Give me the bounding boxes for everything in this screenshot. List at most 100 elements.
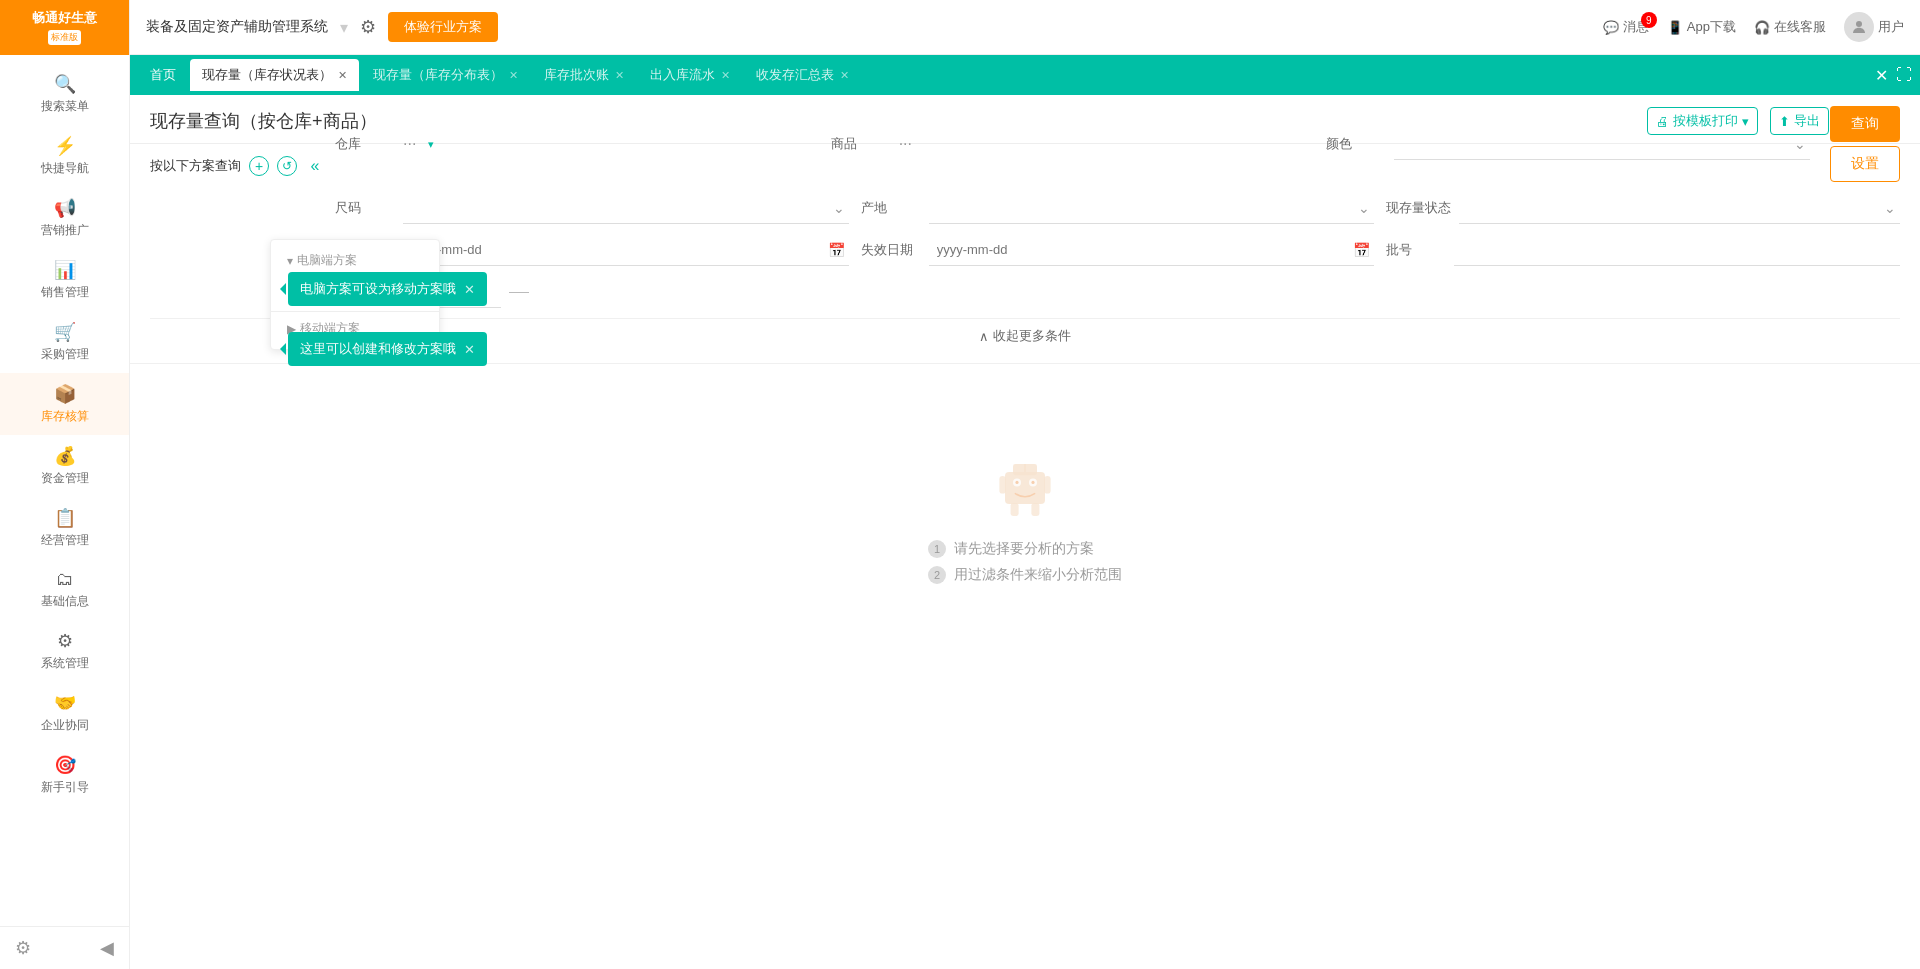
tooltip2-close[interactable]: ✕ [464,342,475,357]
tab-inout-flow-label: 出入库流水 [650,66,715,84]
expire-date-calendar-icon[interactable]: 📅 [1353,242,1370,258]
tab-inventory-dist[interactable]: 现存量（库存分布表） ✕ [361,59,530,91]
scheme-tooltip-2: 这里可以创建和修改方案哦 ✕ [288,332,487,366]
app-download-label: App下载 [1687,18,1736,36]
close-tab-batch-account[interactable]: ✕ [615,69,624,82]
sidebar-item-marketing[interactable]: 📢 营销推广 [0,187,129,249]
tooltip2-text: 这里可以创建和修改方案哦 [300,340,456,358]
topbar: 装备及固定资产辅助管理系统 ▾ ⚙ 体验行业方案 💬 消息 9 📱 App下载 … [130,0,1920,55]
batch-input[interactable] [1454,234,1900,266]
sidebar-item-finance[interactable]: 💰 资金管理 [0,435,129,497]
close-tab-inventory-status[interactable]: ✕ [338,69,347,82]
empty-num-1: 1 [928,540,946,558]
svg-point-7 [1031,481,1034,484]
app-download-btn[interactable]: 📱 App下载 [1667,18,1736,36]
sidebar-item-quick-nav[interactable]: ⚡ 快捷导航 [0,125,129,187]
produce-date-input[interactable] [403,234,849,266]
close-tab-inventory-dist[interactable]: ✕ [509,69,518,82]
color-select-wrapper [1394,128,1810,160]
sidebar-item-purchase[interactable]: 🛒 采购管理 [0,311,129,373]
phone-icon: 📱 [1667,20,1683,35]
empty-illustration [985,444,1065,524]
stock-status-select-wrapper [1459,192,1900,224]
sidebar-item-label: 采购管理 [41,346,89,363]
tab-collect-summary[interactable]: 收发存汇总表 ✕ [744,59,861,91]
goods-label: 商品 [831,135,891,153]
online-service-label: 在线客服 [1774,18,1826,36]
sidebar-bottom: ⚙ ◀ [0,926,129,969]
message-btn[interactable]: 💬 消息 9 [1603,18,1649,36]
system-name: 装备及固定资产辅助管理系统 [146,18,328,36]
produce-date-calendar-icon[interactable]: 📅 [828,242,845,258]
sidebar-item-inventory[interactable]: 📦 库存核算 [0,373,129,435]
guide-icon: 🎯 [54,754,76,776]
tab-batch-account[interactable]: 库存批次账 ✕ [532,59,636,91]
expire-date-field: 失效日期 📅 [861,234,1375,266]
enterprise-icon: 🤝 [54,692,76,714]
user-avatar[interactable]: 用户 [1844,12,1904,42]
color-select[interactable] [1394,128,1810,160]
sidebar-item-basic[interactable]: 🗂 基础信息 [0,559,129,620]
sidebar-item-enterprise[interactable]: 🤝 企业协同 [0,682,129,744]
size-select[interactable] [403,192,849,224]
scheme-list-title-pc: ▾ 电脑端方案 [271,248,439,273]
filter-add-btn[interactable]: + [249,156,269,176]
message-icon: 💬 [1603,20,1619,35]
sales-icon: 📊 [54,259,76,281]
sidebar-item-search[interactable]: 🔍 搜索菜单 [0,63,129,125]
close-tab-inout-flow[interactable]: ✕ [721,69,730,82]
filter-row-2: 尺码 产地 现存量状态 [335,192,1900,224]
warehouse-dropdown[interactable]: ▾ [428,138,434,151]
scheme-divider [271,311,439,312]
expire-date-wrapper: 📅 [929,234,1375,266]
tab-close-all-icon[interactable]: ✕ [1875,66,1888,85]
tooltip1-close[interactable]: ✕ [464,282,475,297]
sidebar-item-operations[interactable]: 📋 经营管理 [0,497,129,559]
batch-label: 批号 [1386,241,1446,259]
empty-hint-1: 1 请先选择要分析的方案 [928,540,1122,558]
empty-num-2: 2 [928,566,946,584]
size-field: 尺码 [335,192,849,224]
svg-rect-8 [999,476,1005,494]
marketing-icon: 📢 [54,197,76,219]
sidebar-item-sales[interactable]: 📊 销售管理 [0,249,129,311]
sidebar-item-label: 快捷导航 [41,160,89,177]
close-tab-collect-summary[interactable]: ✕ [840,69,849,82]
settings-icon[interactable]: ⚙ [15,937,31,959]
content-area: 现存量查询（按仓库+商品） 🖨 按模板打印 ▾ ⬆ 导出 ↺ 刷新 [130,95,1920,969]
stock-qty-field: 现存量（主） [335,276,1900,308]
filter-refresh-btn[interactable]: ↺ [277,156,297,176]
sidebar-item-label: 系统管理 [41,655,89,672]
svg-point-0 [1856,21,1862,27]
filter-row-1: 仓库 ··· ▾ 商品 ··· 颜色 [335,106,1900,182]
tab-inventory-status[interactable]: 现存量（库存状况表） ✕ [190,59,359,91]
collapse-icon[interactable]: ◀ [100,937,114,959]
reset-btn[interactable]: 设置 [1830,146,1900,182]
sidebar-logo-text: 畅通好生意 [32,10,97,27]
tab-home[interactable]: 首页 [138,59,188,91]
empty-hint-2-text: 用过滤条件来缩小分析范围 [954,566,1122,584]
sidebar-item-guide[interactable]: 🎯 新手引导 [0,744,129,806]
topbar-gear-icon[interactable]: ⚙ [360,16,376,38]
topbar-right: 💬 消息 9 📱 App下载 🎧 在线客服 用户 [1603,12,1904,42]
industry-solution-btn[interactable]: 体验行业方案 [388,12,498,42]
query-btn[interactable]: 查询 [1830,106,1900,142]
sidebar-item-system[interactable]: ⚙ 系统管理 [0,620,129,682]
svg-rect-9 [1044,476,1050,494]
online-service-btn[interactable]: 🎧 在线客服 [1754,18,1826,36]
filter-row-3: 生产日期 📅 失效日期 📅 [335,234,1900,266]
expire-date-input[interactable] [929,234,1375,266]
sidebar-item-label: 新手引导 [41,779,89,796]
system-icon: ⚙ [57,630,73,652]
finance-icon: 💰 [54,445,76,467]
stock-status-field: 现存量状态 [1386,192,1900,224]
stock-status-select[interactable] [1459,192,1900,224]
tab-inout-flow[interactable]: 出入库流水 ✕ [638,59,742,91]
user-label: 用户 [1878,18,1904,36]
tabbar: 首页 现存量（库存状况表） ✕ 现存量（库存分布表） ✕ 库存批次账 ✕ 出入库… [130,55,1920,95]
filter-fields: 仓库 ··· ▾ 商品 ··· 颜色 [335,106,1900,308]
origin-select[interactable] [929,192,1375,224]
tab-collect-summary-label: 收发存汇总表 [756,66,834,84]
tab-maximize-icon[interactable]: ⛶ [1896,66,1912,84]
filter-back-btn[interactable]: « [305,156,325,176]
